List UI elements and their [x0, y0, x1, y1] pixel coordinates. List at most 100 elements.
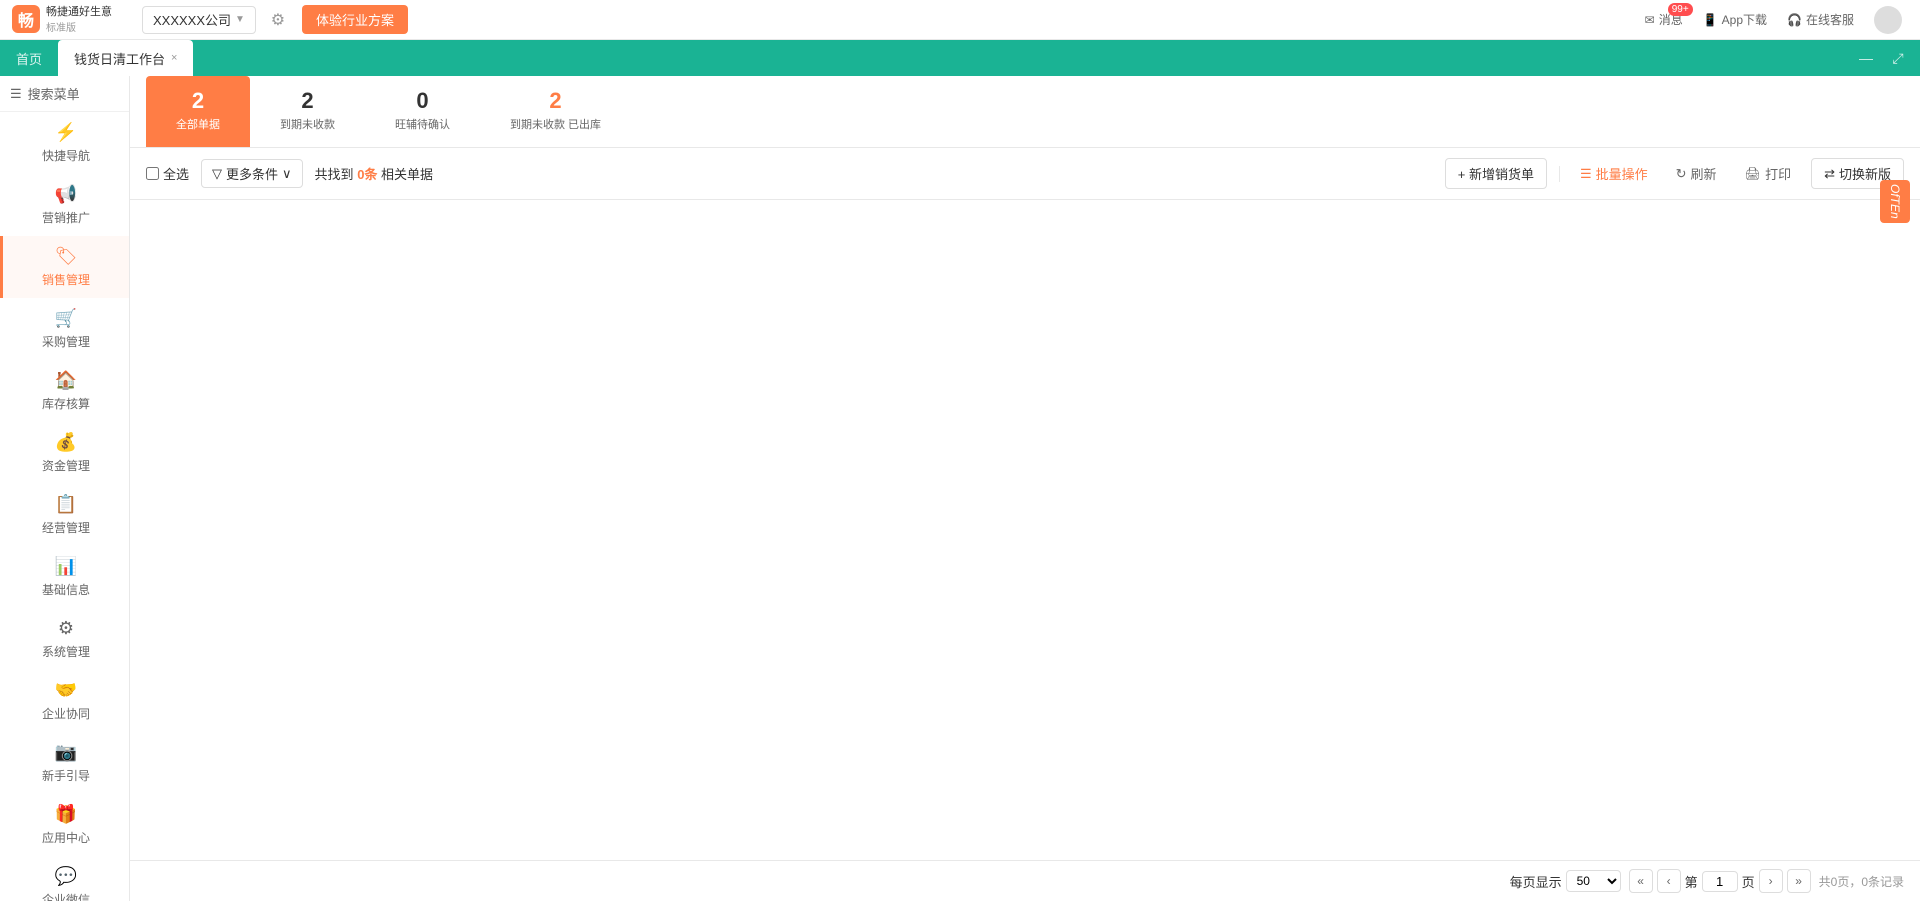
stat-label-shipped: 到期未收款 已出库 — [510, 116, 601, 132]
operation-icon: 📋 — [55, 494, 77, 515]
settings-button[interactable]: ⚙ — [264, 6, 292, 34]
sidebar-item-operation[interactable]: 📋 经营管理 — [0, 484, 129, 546]
trial-button[interactable]: 体验行业方案 — [302, 5, 408, 34]
stat-tab-shipped[interactable]: 2 到期未收款 已出库 — [480, 76, 631, 147]
download-icon: 📱 — [1703, 13, 1718, 27]
sidebar: ☰ 搜索菜单 ⚡ 快捷导航 📢 营销推广 🏷 销售管理 🛒 采购管理 🏠 库存核… — [0, 76, 130, 901]
tab-maximize-button[interactable]: ⤢ — [1886, 46, 1910, 70]
marketing-icon: 📢 — [55, 184, 77, 205]
found-text: 共找到 0条 相关单据 — [315, 164, 434, 183]
company-name: XXXXXX公司 — [153, 10, 231, 29]
print-icon: 🖨 — [1745, 166, 1762, 182]
filter-button[interactable]: ▽ 更多条件 ∨ — [201, 159, 303, 188]
select-all-checkbox[interactable]: 全选 — [146, 164, 189, 183]
sidebar-item-marketing[interactable]: 📢 营销推广 — [0, 174, 129, 236]
sidebar-item-purchase[interactable]: 🛒 采购管理 — [0, 298, 129, 360]
main-content: 2 全部单据 2 到期未收款 0 旺辅待确认 2 到期未收款 已出库 全选 ▽ … — [130, 76, 1920, 901]
stat-label-overdue: 到期未收款 — [280, 116, 335, 132]
online-service-button[interactable]: 🎧 在线客服 — [1787, 11, 1854, 28]
collab-icon: 🤝 — [55, 680, 77, 701]
sidebar-item-wechat[interactable]: 💬 企业微信 — [0, 856, 129, 901]
toolbar: 全选 ▽ 更多条件 ∨ 共找到 0条 相关单据 + 新增销货单 ☰ 批量操作 — [130, 148, 1920, 200]
search-icon: ☰ — [10, 86, 22, 102]
gear-icon: ⚙ — [271, 10, 285, 30]
often-badge[interactable]: OfTEn — [1880, 180, 1910, 223]
stat-num-overdue: 2 — [301, 88, 313, 114]
total-info: 共0页，0条记录 — [1819, 873, 1904, 890]
message-badge: 99+ — [1668, 3, 1693, 16]
found-count: 0条 — [357, 167, 377, 182]
logo-text: 畅捷通好生意 标准版 — [46, 5, 112, 34]
sidebar-item-system[interactable]: ⚙ 系统管理 — [0, 608, 129, 670]
tab-qhrc[interactable]: 钱货日清工作台 × — [58, 40, 193, 76]
stat-label-wang: 旺辅待确认 — [395, 116, 450, 132]
search-menu-button[interactable]: ☰ 搜索菜单 — [0, 76, 129, 112]
appcenter-icon: 🎁 — [55, 804, 77, 825]
wechat-icon: 💬 — [55, 866, 77, 887]
sidebar-item-finance[interactable]: 💰 资金管理 — [0, 422, 129, 484]
refresh-button[interactable]: ↻ 刷新 — [1668, 160, 1725, 187]
message-button[interactable]: ✉ 消息 99+ — [1645, 11, 1683, 28]
purchase-icon: 🛒 — [55, 308, 77, 329]
logo-area: 畅 畅捷通好生意 标准版 — [12, 5, 142, 34]
batch-icon: ☰ — [1580, 166, 1592, 182]
sidebar-item-appcenter[interactable]: 🎁 应用中心 — [0, 794, 129, 856]
quicknav-icon: ⚡ — [55, 122, 77, 143]
prev-page-button[interactable]: ‹ — [1657, 869, 1681, 893]
tab-bar: 首页 钱货日清工作台 × — ⤢ — [0, 40, 1920, 76]
page-size-select: 每页显示 50 100 200 — [1510, 870, 1621, 892]
chevron-down-icon: ∨ — [282, 166, 292, 182]
system-icon: ⚙ — [58, 618, 74, 639]
chevron-down-icon: ▼ — [235, 14, 245, 25]
stat-num-all: 2 — [192, 88, 204, 114]
inventory-icon: 🏠 — [55, 370, 77, 391]
table-area — [130, 200, 1920, 860]
tab-home[interactable]: 首页 — [0, 40, 58, 76]
select-all-input[interactable] — [146, 167, 159, 180]
guide-icon: 📷 — [55, 742, 77, 763]
batch-op-button[interactable]: ☰ 批量操作 — [1572, 160, 1656, 187]
header-right: ✉ 消息 99+ 📱 App下载 🎧 在线客服 — [1645, 6, 1908, 34]
service-icon: 🎧 — [1787, 13, 1802, 27]
tab-close-icon[interactable]: × — [171, 52, 177, 64]
avatar — [1874, 6, 1902, 34]
page-input[interactable] — [1702, 871, 1738, 892]
refresh-icon: ↻ — [1676, 166, 1687, 182]
basics-icon: 📊 — [55, 556, 77, 577]
sidebar-item-collab[interactable]: 🤝 企业协同 — [0, 670, 129, 732]
new-sale-button[interactable]: + 新增销货单 — [1445, 158, 1547, 189]
print-button[interactable]: 🖨 打印 — [1737, 160, 1800, 187]
app-download-button[interactable]: 📱 App下载 — [1703, 11, 1767, 28]
stat-tab-all[interactable]: 2 全部单据 — [146, 76, 250, 147]
sales-icon: 🏷 — [55, 246, 78, 267]
toolbar-right: + 新增销货单 ☰ 批量操作 ↻ 刷新 🖨 打印 ⇄ 切换新版 — [1445, 158, 1904, 189]
tab-minimize-button[interactable]: — — [1854, 46, 1878, 70]
divider — [1559, 166, 1560, 182]
last-page-button[interactable]: » — [1787, 869, 1811, 893]
pagination: 每页显示 50 100 200 « ‹ 第 页 › » 共0页，0条记录 — [130, 860, 1920, 901]
page-nav: « ‹ 第 页 › » — [1629, 869, 1811, 893]
toolbar-left: 全选 ▽ 更多条件 ∨ 共找到 0条 相关单据 — [146, 159, 433, 188]
stat-num-wang: 0 — [416, 88, 428, 114]
stat-tab-overdue[interactable]: 2 到期未收款 — [250, 76, 365, 147]
filter-icon: ▽ — [212, 166, 222, 182]
top-header: 畅 畅捷通好生意 标准版 XXXXXX公司 ▼ ⚙ 体验行业方案 ✉ 消息 99… — [0, 0, 1920, 40]
tab-controls: — ⤢ — [1854, 46, 1920, 70]
user-area[interactable] — [1874, 6, 1908, 34]
stats-tabs: 2 全部单据 2 到期未收款 0 旺辅待确认 2 到期未收款 已出库 — [130, 76, 1920, 148]
stat-tab-wang[interactable]: 0 旺辅待确认 — [365, 76, 480, 147]
first-page-button[interactable]: « — [1629, 869, 1653, 893]
sidebar-item-inventory[interactable]: 🏠 库存核算 — [0, 360, 129, 422]
company-selector[interactable]: XXXXXX公司 ▼ — [142, 6, 256, 34]
message-icon: ✉ — [1645, 13, 1655, 27]
stat-label-all: 全部单据 — [176, 116, 220, 132]
finance-icon: 💰 — [55, 432, 77, 453]
sidebar-item-basics[interactable]: 📊 基础信息 — [0, 546, 129, 608]
page-size-dropdown[interactable]: 50 100 200 — [1566, 870, 1621, 892]
sidebar-item-quicknav[interactable]: ⚡ 快捷导航 — [0, 112, 129, 174]
next-page-button[interactable]: › — [1759, 869, 1783, 893]
sidebar-item-guide[interactable]: 📷 新手引导 — [0, 732, 129, 794]
logo-icon: 畅 — [12, 5, 40, 33]
sidebar-item-sales[interactable]: 🏷 销售管理 — [0, 236, 129, 298]
switch-icon: ⇄ — [1824, 166, 1835, 182]
